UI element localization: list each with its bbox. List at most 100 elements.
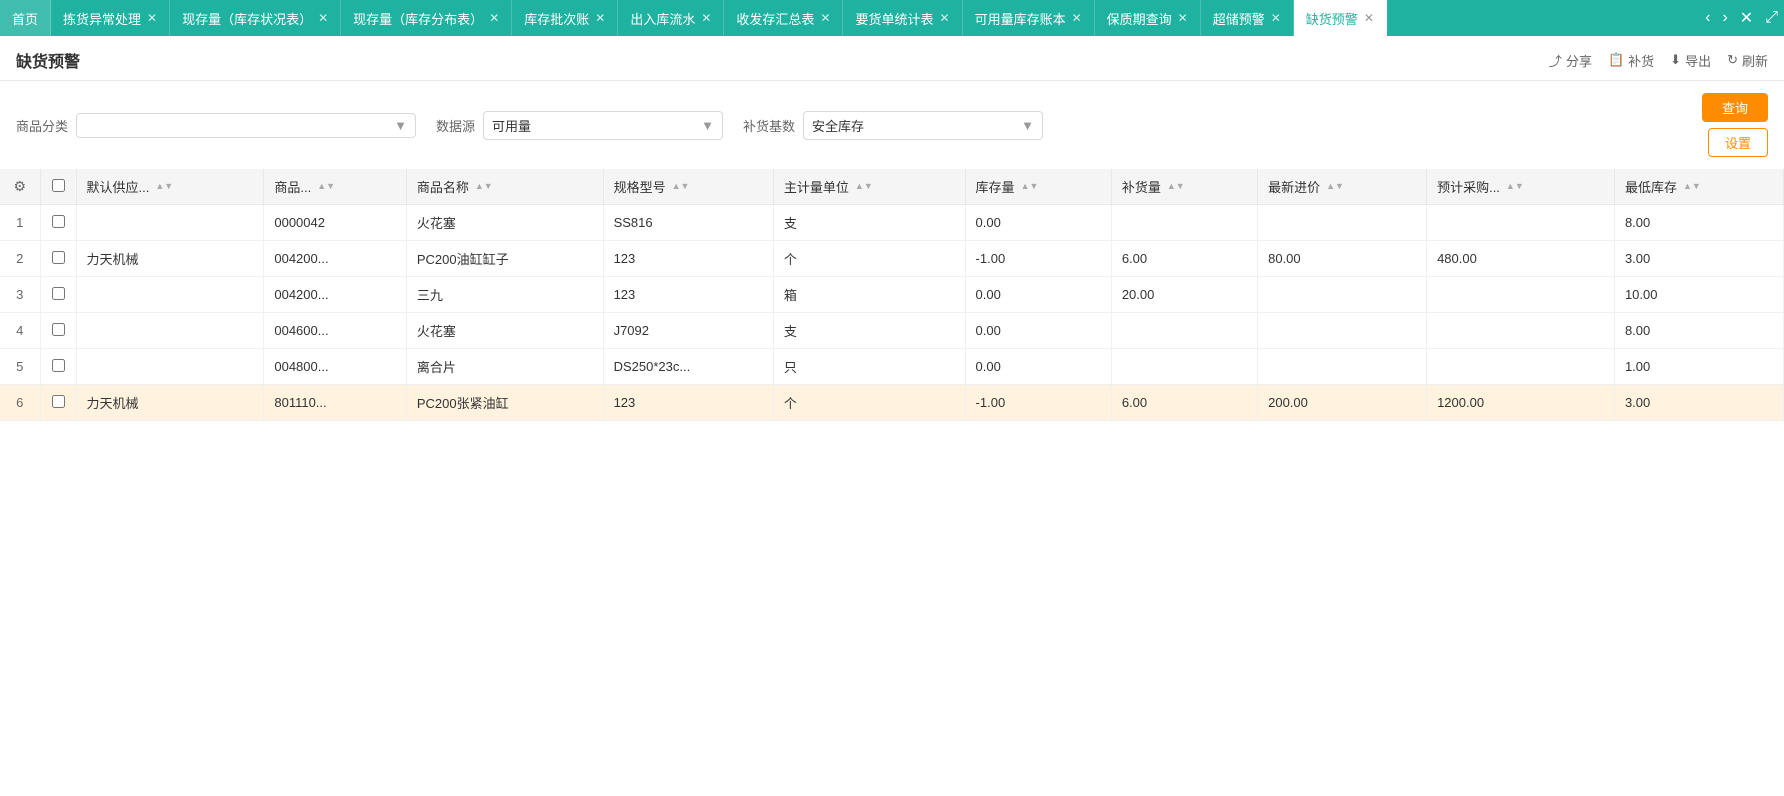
replenish-base-select[interactable]: 安全库存 ▼ [803, 111, 1043, 140]
cell-replenish: 6.00 [1111, 241, 1257, 277]
th-unit[interactable]: 主计量单位 ▲▼ [773, 169, 965, 205]
row-checkbox[interactable] [52, 323, 65, 336]
tab-close-all-button[interactable]: ✕ [1734, 0, 1759, 36]
row-checkbox-cell [40, 349, 76, 385]
replenish-action[interactable]: 📋 补货 [1608, 51, 1654, 70]
cell-spec: 123 [603, 277, 773, 313]
table-container: ⚙ 默认供应... ▲▼ 商品... ▲▼ [0, 169, 1784, 796]
query-button[interactable]: 查询 [1702, 93, 1768, 122]
cell-est-purchase [1427, 313, 1615, 349]
th-est-purchase[interactable]: 预计采购... ▲▼ [1427, 169, 1615, 205]
cell-stock: -1.00 [965, 385, 1111, 421]
row-checkbox-cell [40, 385, 76, 421]
sort-code-icon: ▲▼ [317, 182, 335, 191]
tab-batch[interactable]: 库存批次账 ✕ [512, 0, 618, 36]
cell-stock: 0.00 [965, 277, 1111, 313]
row-num: 3 [0, 277, 40, 313]
cell-stock: 0.00 [965, 349, 1111, 385]
page-container: 缺货预警 ⤴ 分享 📋 补货 ⬇ 导出 ↻ 刷新 商品分类 [0, 36, 1784, 796]
tab-overstock[interactable]: 超储预警 ✕ [1201, 0, 1294, 36]
tab-expiry[interactable]: 保质期查询 ✕ [1095, 0, 1201, 36]
cell-spec: J7092 [603, 313, 773, 349]
settings-button[interactable]: 设置 [1708, 128, 1768, 157]
close-tab-batch[interactable]: ✕ [595, 11, 605, 25]
row-checkbox-cell [40, 241, 76, 277]
th-min-stock[interactable]: 最低库存 ▲▼ [1614, 169, 1783, 205]
cell-unit: 只 [773, 349, 965, 385]
cell-unit: 箱 [773, 277, 965, 313]
close-tab-expiry[interactable]: ✕ [1178, 11, 1188, 25]
select-all-checkbox[interactable] [52, 179, 65, 192]
th-goods-code[interactable]: 商品... ▲▼ [264, 169, 407, 205]
settings-gear-icon[interactable]: ⚙ [13, 178, 26, 194]
close-tab-recv[interactable]: ✕ [820, 11, 830, 25]
row-checkbox[interactable] [52, 287, 65, 300]
tab-flow[interactable]: 出入库流水 ✕ [618, 0, 724, 36]
cell-goods-code: 004200... [264, 277, 407, 313]
row-checkbox[interactable] [52, 215, 65, 228]
th-goods-name[interactable]: 商品名称 ▲▼ [406, 169, 603, 205]
cell-stock: 0.00 [965, 313, 1111, 349]
th-stock[interactable]: 库存量 ▲▼ [965, 169, 1111, 205]
refresh-action[interactable]: ↻ 刷新 [1727, 51, 1768, 70]
share-action[interactable]: ⤴ 分享 [1549, 51, 1592, 70]
close-tab-order-stat[interactable]: ✕ [940, 11, 950, 25]
sort-spec-icon: ▲▼ [672, 182, 690, 191]
th-latest-price[interactable]: 最新进价 ▲▼ [1258, 169, 1427, 205]
datasource-select[interactable]: 可用量 ▼ [483, 111, 723, 140]
export-action[interactable]: ⬇ 导出 [1670, 51, 1711, 70]
tab-recv[interactable]: 收发存汇总表 ✕ [724, 0, 843, 36]
sort-supplier-icon: ▲▼ [155, 182, 173, 191]
category-select[interactable]: ▼ [76, 113, 416, 138]
tab-fullscreen-button[interactable]: ⤢ [1759, 0, 1784, 36]
tab-home[interactable]: 首页 [0, 0, 51, 36]
table-row: 3 004200... 三九 123 箱 0.00 20.00 10.00 [0, 277, 1784, 313]
close-tab-avail-ledger[interactable]: ✕ [1072, 11, 1082, 25]
tab-nav: ‹ › ✕ ⤢ [1699, 0, 1784, 36]
cell-min-stock: 8.00 [1614, 205, 1783, 241]
row-checkbox[interactable] [52, 251, 65, 264]
tab-shortage[interactable]: 缺货预警 ✕ [1294, 0, 1387, 36]
sort-name-icon: ▲▼ [475, 182, 493, 191]
tab-bad-inv[interactable]: 拣货异常处理 ✕ [51, 0, 170, 36]
tab-prev-button[interactable]: ‹ [1699, 0, 1716, 36]
data-table: ⚙ 默认供应... ▲▼ 商品... ▲▼ [0, 169, 1784, 421]
cell-spec: 123 [603, 385, 773, 421]
cell-min-stock: 10.00 [1614, 277, 1783, 313]
cell-spec: SS816 [603, 205, 773, 241]
table-row: 5 004800... 离合片 DS250*23c... 只 0.00 1.00 [0, 349, 1784, 385]
datasource-arrow-icon: ▼ [701, 118, 714, 133]
tab-inv-dist[interactable]: 现存量（库存分布表） ✕ [341, 0, 512, 36]
row-checkbox[interactable] [52, 359, 65, 372]
cell-latest-price: 80.00 [1258, 241, 1427, 277]
datasource-filter: 数据源 可用量 ▼ [436, 111, 723, 140]
tab-next-button[interactable]: › [1716, 0, 1733, 36]
tab-avail-ledger[interactable]: 可用量库存账本 ✕ [963, 0, 1095, 36]
th-replenish[interactable]: 补货量 ▲▼ [1111, 169, 1257, 205]
cell-latest-price [1258, 349, 1427, 385]
close-tab-overstock[interactable]: ✕ [1271, 11, 1281, 25]
cell-replenish [1111, 349, 1257, 385]
cell-goods-name: 火花塞 [406, 313, 603, 349]
row-num: 1 [0, 205, 40, 241]
cell-min-stock: 1.00 [1614, 349, 1783, 385]
sort-min-icon: ▲▼ [1683, 182, 1701, 191]
row-checkbox-cell [40, 205, 76, 241]
tab-order-stat[interactable]: 要货单统计表 ✕ [843, 0, 962, 36]
cell-est-purchase: 1200.00 [1427, 385, 1615, 421]
cell-supplier [76, 205, 264, 241]
sort-replenish-icon: ▲▼ [1167, 182, 1185, 191]
close-tab-shortage[interactable]: ✕ [1364, 11, 1374, 25]
close-tab-flow[interactable]: ✕ [701, 11, 711, 25]
tab-inv-status[interactable]: 现存量（库存状况表） ✕ [170, 0, 341, 36]
page-header: 缺货预警 ⤴ 分享 📋 补货 ⬇ 导出 ↻ 刷新 [0, 36, 1784, 81]
row-num: 6 [0, 385, 40, 421]
cell-goods-name: 离合片 [406, 349, 603, 385]
th-spec[interactable]: 规格型号 ▲▼ [603, 169, 773, 205]
row-checkbox[interactable] [52, 395, 65, 408]
cell-latest-price [1258, 277, 1427, 313]
close-tab-inv-status[interactable]: ✕ [318, 11, 328, 25]
close-tab-inv-dist[interactable]: ✕ [489, 11, 499, 25]
th-supplier[interactable]: 默认供应... ▲▼ [76, 169, 264, 205]
close-tab-bad-inv[interactable]: ✕ [147, 11, 157, 25]
